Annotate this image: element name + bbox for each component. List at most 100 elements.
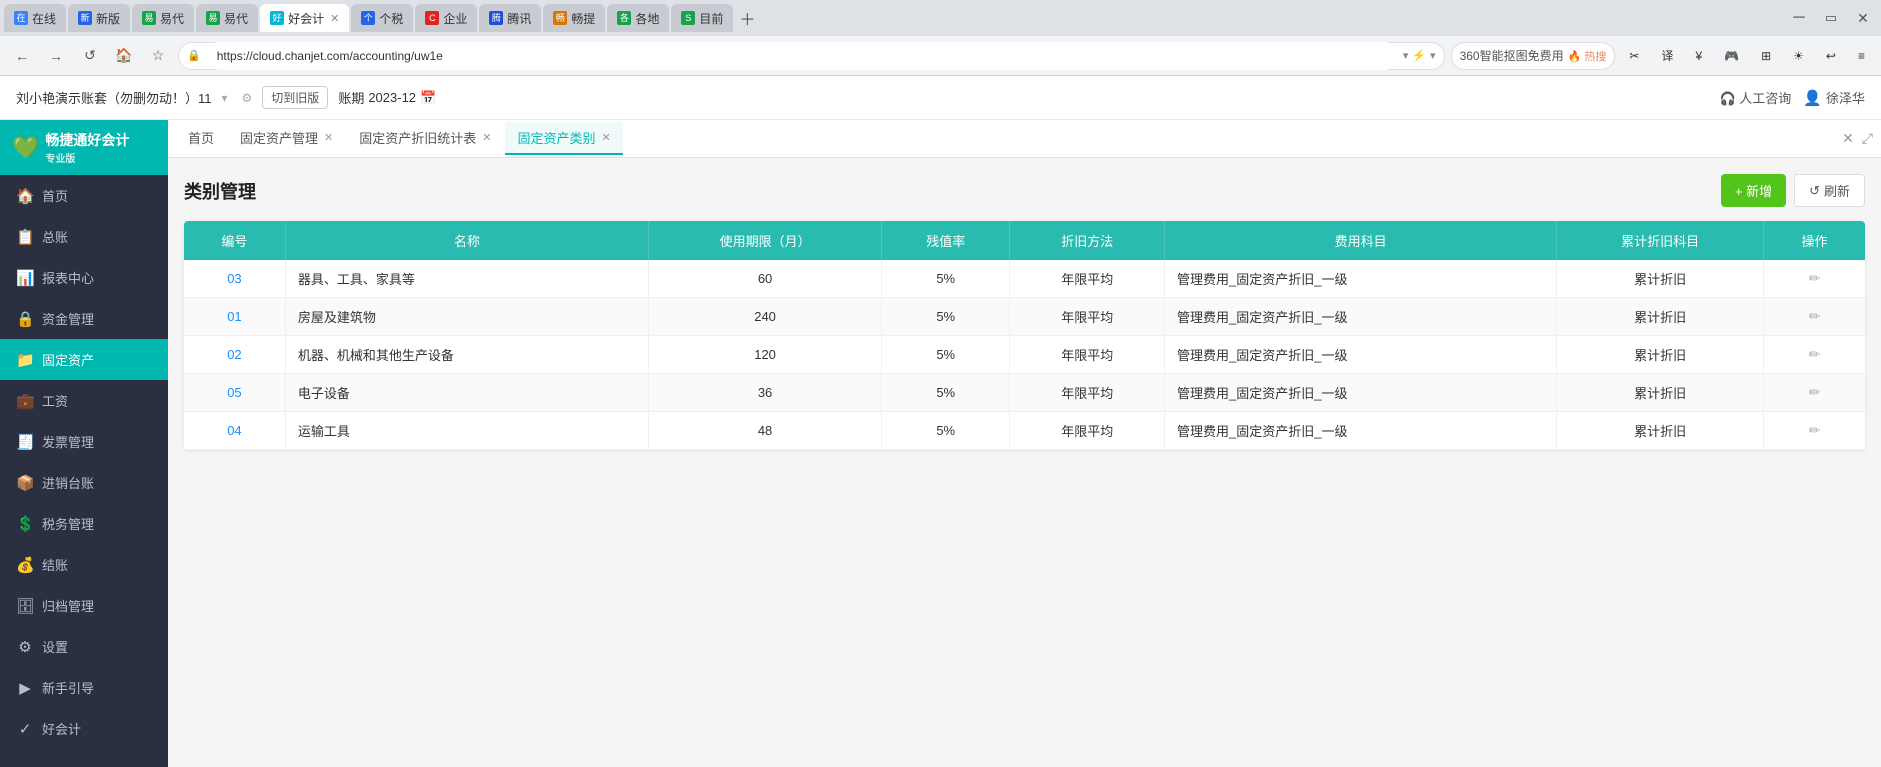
sidebar-item-reports[interactable]: 📊 报表中心 — [0, 257, 168, 298]
sidebar-item-purchase-sales[interactable]: 📦 进销台账 — [0, 462, 168, 503]
add-button[interactable]: + 新增 — [1721, 174, 1786, 207]
switch-to-old-button[interactable]: 切到旧版 — [262, 86, 328, 109]
back-button[interactable]: ← — [8, 42, 36, 70]
content-area: 首页 固定资产管理 ✕ 固定资产折旧统计表 ✕ 固定资产类别 ✕ ✕ ⤢ — [168, 120, 1881, 767]
browser-tab-tengxun[interactable]: 腾 腾讯 — [479, 4, 541, 32]
table-row: 04 运输工具 48 5% 年限平均 管理费用_固定资产折旧_一级 累计折旧 ✏ — [184, 412, 1865, 450]
app-tab-fixed-mgmt-close-icon[interactable]: ✕ — [324, 131, 333, 144]
cell-method-3: 年限平均 — [1010, 374, 1165, 412]
bookmark-button[interactable]: ☆ — [144, 42, 172, 70]
app-header-right: 🎧 人工咨询 👤 徐泽华 — [1719, 88, 1865, 107]
app-tab-category-label: 固定资产类别 — [517, 128, 595, 147]
cell-period-4: 48 — [649, 412, 882, 450]
calendar-icon[interactable]: 📅 — [420, 90, 436, 106]
browser-tab-haokuaiji[interactable]: 好 好会计 ✕ — [260, 4, 349, 32]
currency-button[interactable]: ¥ — [1687, 46, 1710, 66]
sidebar-home-label: 首页 — [42, 186, 68, 205]
edit-button-3[interactable]: ✏ — [1809, 384, 1821, 400]
cell-name-2: 机器、机械和其他生产设备 — [285, 336, 648, 374]
sidebar-item-fixed-assets[interactable]: 📁 固定资产 — [0, 339, 168, 380]
settings-icon-header[interactable]: ⚙ — [242, 91, 253, 105]
dropdown-icon[interactable]: ▾ — [222, 91, 228, 105]
app-tab-home-label: 首页 — [188, 128, 214, 147]
new-tab-button[interactable]: ＋ — [735, 6, 759, 30]
app-tab-category-close-icon[interactable]: ✕ — [602, 131, 611, 144]
table-header-row: 编号 名称 使用期限（月） 残值率 折旧方法 费用科目 累计折旧科目 操作 — [184, 221, 1865, 260]
sidebar-item-tax[interactable]: 💲 税务管理 — [0, 503, 168, 544]
tab5-favicon: 好 — [270, 11, 284, 25]
sidebar-item-settings[interactable]: ⚙ 设置 — [0, 626, 168, 667]
app-tab-depreciation-report[interactable]: 固定资产折旧统计表 ✕ — [347, 122, 503, 155]
cell-action-2[interactable]: ✏ — [1764, 336, 1865, 374]
sidebar-item-home[interactable]: 🏠 首页 — [0, 175, 168, 216]
browser-tab-zaixin[interactable]: 在 在线 — [4, 4, 66, 32]
browser-tab-yidai1[interactable]: 易 易代 — [132, 4, 194, 32]
cell-period-3: 36 — [649, 374, 882, 412]
browser-tab-yidai2[interactable]: 易 易代 — [196, 4, 258, 32]
edit-button-4[interactable]: ✏ — [1809, 422, 1821, 438]
tab-bar-close-icon[interactable]: ✕ — [1842, 130, 1854, 147]
home-button[interactable]: 🏠 — [110, 42, 138, 70]
edit-button-2[interactable]: ✏ — [1809, 346, 1821, 362]
logo-title: 畅捷通好会计 — [45, 130, 129, 150]
address-dropdown-icon[interactable]: ▾ — [1403, 49, 1409, 62]
sidebar-item-archive[interactable]: 🗄 归档管理 — [0, 585, 168, 626]
user-avatar[interactable]: 👤 徐泽华 — [1803, 88, 1865, 107]
tab10-label: 各地 — [635, 10, 659, 27]
cell-action-3[interactable]: ✏ — [1764, 374, 1865, 412]
cell-code-1: 01 — [184, 298, 285, 336]
sidebar-item-feedback[interactable]: ✓ 好会计 — [0, 708, 168, 749]
app-tab-home[interactable]: 首页 — [176, 122, 226, 155]
browser-tab-muqian[interactable]: S 目前 — [671, 4, 733, 32]
sun-button[interactable]: ☀ — [1785, 46, 1812, 66]
cell-action-4[interactable]: ✏ — [1764, 412, 1865, 450]
tab7-favicon: C — [425, 11, 439, 25]
edit-button-0[interactable]: ✏ — [1809, 270, 1821, 286]
cell-name-1: 房屋及建筑物 — [285, 298, 648, 336]
app-tab-fixed-asset-mgmt[interactable]: 固定资产管理 ✕ — [228, 122, 345, 155]
sidebar-archive-label: 归档管理 — [42, 596, 94, 615]
browser-tab-xinban[interactable]: 新 新版 — [68, 4, 130, 32]
app-tab-asset-category[interactable]: 固定资产类别 ✕ — [505, 122, 622, 155]
invoices-icon: 🧾 — [16, 433, 34, 451]
sidebar-item-funds[interactable]: 🔒 资金管理 — [0, 298, 168, 339]
forward-button[interactable]: → — [42, 42, 70, 70]
game-button[interactable]: 🎮 — [1716, 46, 1747, 66]
browser-tab-geshuijin[interactable]: 个 个税 — [351, 4, 413, 32]
tab-bar-expand-icon[interactable]: ⤢ — [1862, 130, 1873, 147]
sidebar: 💚 畅捷通好会计 专业版 🏠 首页 📋 总账 📊 报表中心 🔒 资金管理 — [0, 120, 168, 767]
sidebar-item-invoices[interactable]: 🧾 发票管理 — [0, 421, 168, 462]
cell-residual-1: 5% — [881, 298, 1009, 336]
tab5-close-icon[interactable]: ✕ — [330, 12, 339, 25]
app-tab-depreciation-close-icon[interactable]: ✕ — [482, 131, 491, 144]
refresh-button[interactable]: ↺ 刷新 — [1794, 174, 1865, 207]
restore-button[interactable]: ▭ — [1817, 4, 1845, 32]
sidebar-item-guide[interactable]: ▶ 新手引导 — [0, 667, 168, 708]
menu-button[interactable]: ≡ — [1850, 46, 1873, 66]
expand-address-icon[interactable]: ▾ — [1430, 49, 1436, 62]
reload-button[interactable]: ↺ — [76, 42, 104, 70]
cell-action-0[interactable]: ✏ — [1764, 260, 1865, 298]
sidebar-close-accounts-label: 结账 — [42, 555, 68, 574]
browser-tab-qiye[interactable]: C 企业 — [415, 4, 477, 32]
close-window-button[interactable]: ✕ — [1849, 4, 1877, 32]
address-bar[interactable] — [205, 42, 1399, 70]
undo-button[interactable]: ↩ — [1818, 46, 1844, 66]
edit-button-1[interactable]: ✏ — [1809, 308, 1821, 324]
refresh-icon: ↺ — [1809, 183, 1820, 199]
cell-action-1[interactable]: ✏ — [1764, 298, 1865, 336]
sidebar-item-ledger[interactable]: 📋 总账 — [0, 216, 168, 257]
page-info-icon[interactable]: ⚡ — [1412, 49, 1426, 62]
translate-button[interactable]: 译 — [1653, 44, 1681, 67]
sidebar-item-close-accounts[interactable]: 💰 结账 — [0, 544, 168, 585]
app-tab-depreciation-label: 固定资产折旧统计表 — [359, 128, 476, 147]
cut-button[interactable]: ✂ — [1621, 46, 1647, 66]
browser-tab-gedi[interactable]: 各 各地 — [607, 4, 669, 32]
service-button[interactable]: 🎧 人工咨询 — [1719, 88, 1791, 107]
sidebar-item-payroll[interactable]: 💼 工资 — [0, 380, 168, 421]
browser-tab-changti[interactable]: 畅 畅提 — [543, 4, 605, 32]
sidebar-reports-label: 报表中心 — [42, 268, 94, 287]
minimize-button[interactable]: ─ — [1785, 4, 1813, 32]
search-bar[interactable]: 360智能抠图免费用 🔥 热搜 — [1451, 42, 1616, 70]
grid-button[interactable]: ⊞ — [1753, 46, 1779, 66]
